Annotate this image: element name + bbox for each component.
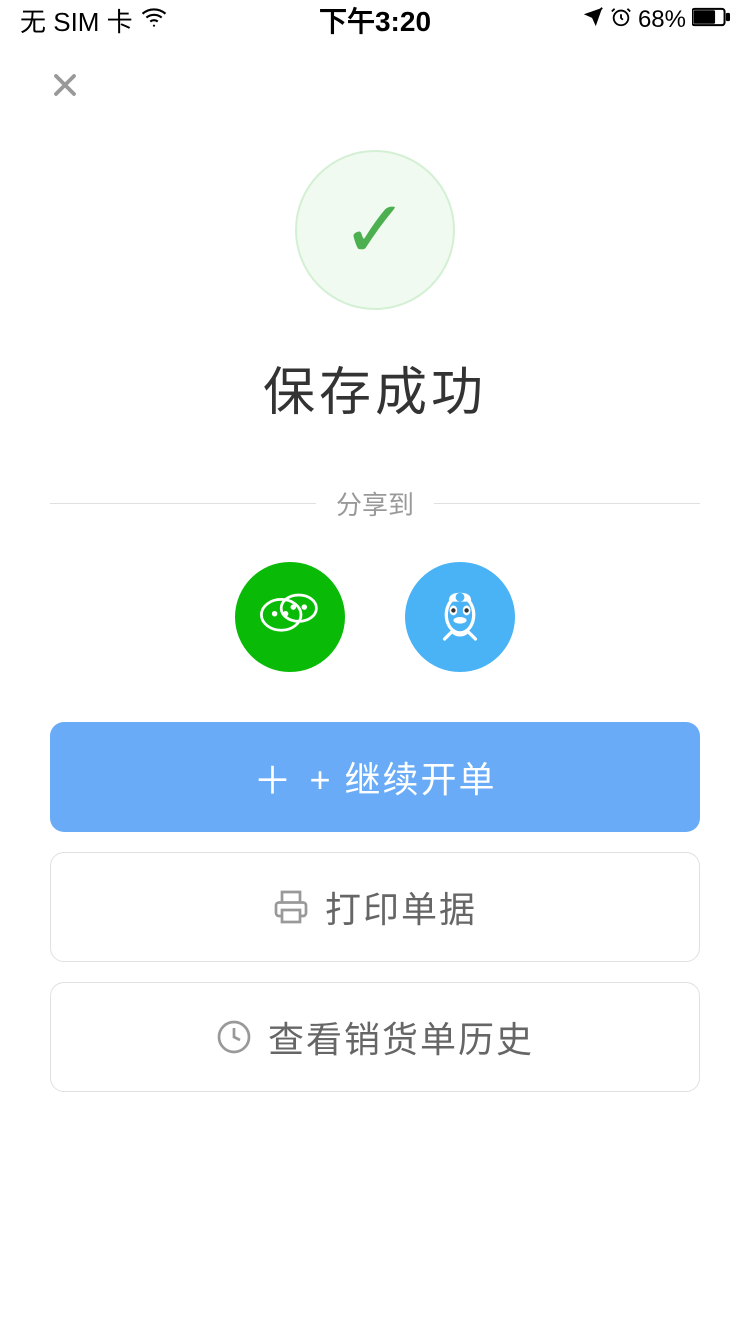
battery-text: 68%: [638, 6, 686, 34]
sim-label: 无 SIM 卡: [20, 2, 133, 39]
checkmark-icon: ✓: [341, 190, 408, 270]
history-button[interactable]: 查看销货单历史: [50, 982, 700, 1092]
close-btn-area: [0, 40, 750, 130]
alarm-icon: [610, 6, 632, 35]
main-content: ✓ 保存成功 分享到: [0, 130, 750, 1334]
continue-label: + 继续开单: [309, 751, 496, 803]
action-buttons: ＋ + 继续开单 打印单据 查看销货单历史: [50, 722, 700, 1092]
print-icon: [273, 889, 309, 925]
status-right: 68%: [582, 6, 730, 35]
close-button[interactable]: [40, 60, 90, 110]
success-title: 保存成功: [263, 350, 487, 425]
success-circle: ✓: [295, 150, 455, 310]
battery-icon: [692, 6, 730, 34]
continue-button[interactable]: ＋ + 继续开单: [50, 722, 700, 832]
share-label: 分享到: [336, 485, 414, 522]
share-icons: [50, 562, 700, 672]
location-icon: [582, 6, 604, 35]
clock-icon: [216, 1019, 252, 1055]
history-label: 查看销货单历史: [268, 1011, 534, 1063]
wechat-share-button[interactable]: [235, 562, 345, 672]
plus-icon: ＋: [253, 750, 293, 805]
share-divider: 分享到: [50, 485, 700, 522]
status-left: 无 SIM 卡: [20, 2, 167, 39]
qq-share-button[interactable]: [405, 562, 515, 672]
share-section: 分享到: [50, 485, 700, 672]
wifi-icon: [141, 4, 167, 37]
status-bar: 无 SIM 卡 下午3:20 68%: [0, 0, 750, 40]
status-time: 下午3:20: [319, 0, 431, 40]
print-label: 打印单据: [325, 881, 477, 933]
print-button[interactable]: 打印单据: [50, 852, 700, 962]
